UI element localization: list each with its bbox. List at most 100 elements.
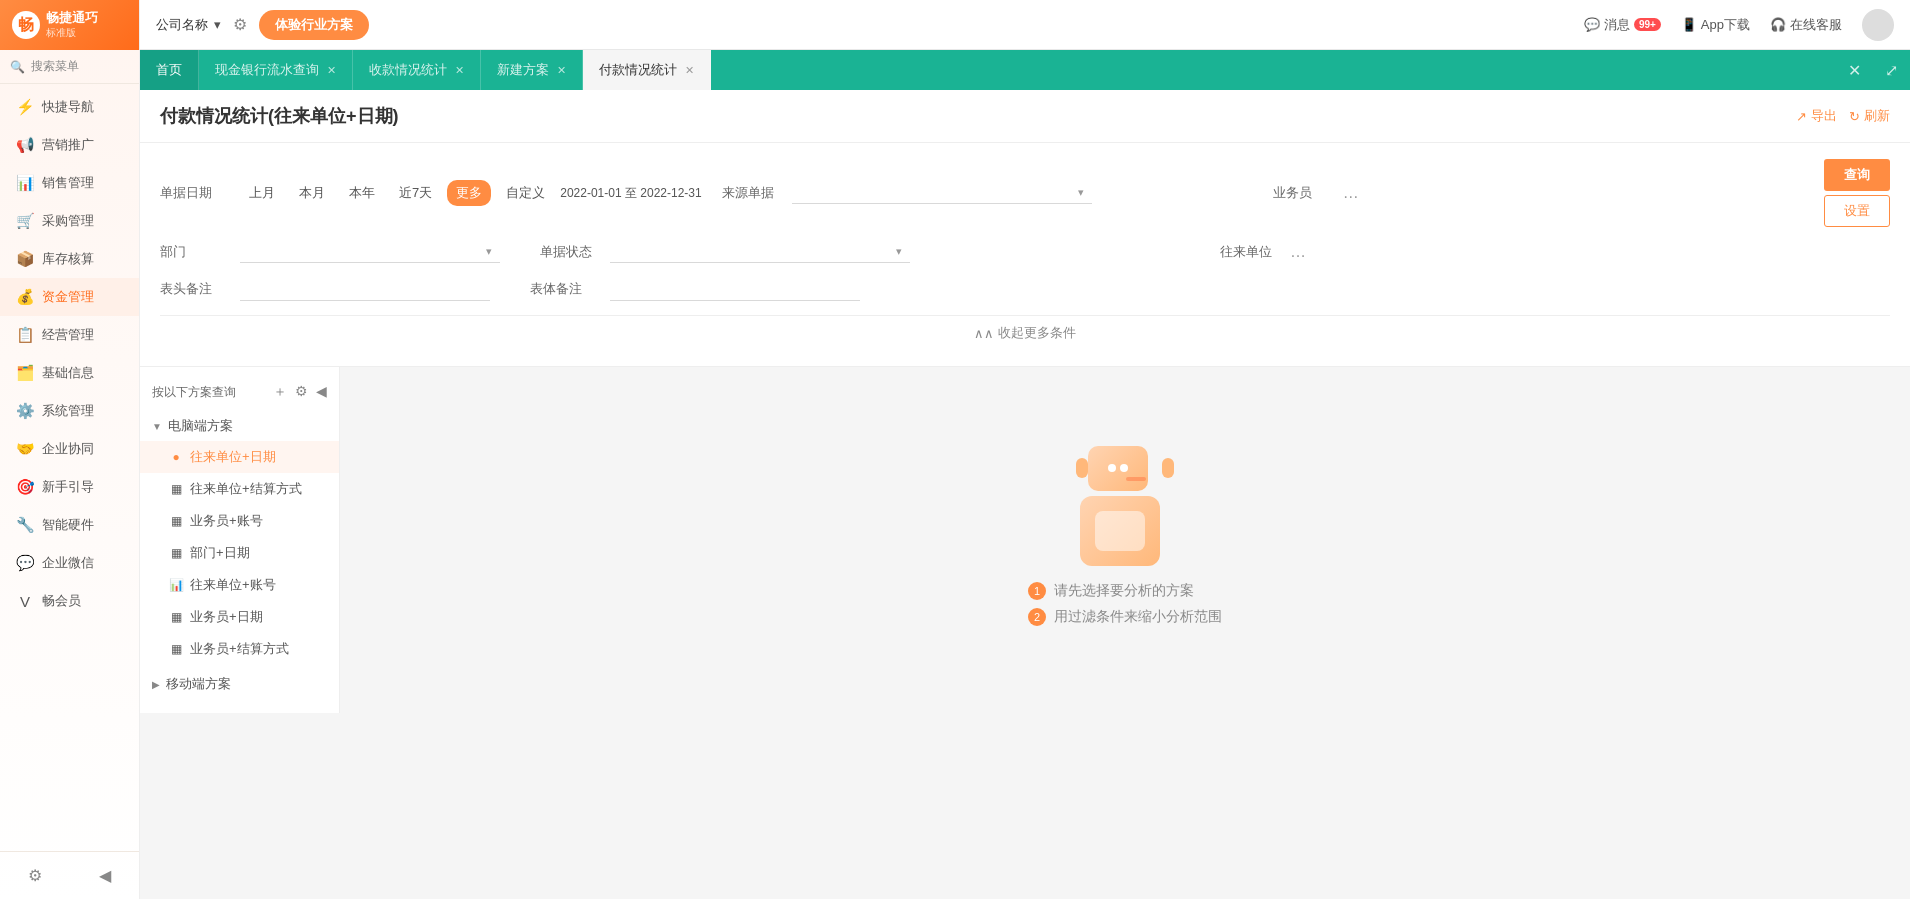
search-label: 搜索菜单 [31,58,79,75]
page-content: 付款情况统计(往来单位+日期) ↗ 导出 ↻ 刷新 单据日期 上月 本月 [140,90,1910,899]
mobile-scheme-group: ▶ 移动端方案 [140,669,339,699]
date-btn-this-month[interactable]: 本月 [290,180,334,206]
add-scheme-btn[interactable]: ＋ [273,383,287,401]
refresh-label: 刷新 [1864,107,1890,125]
service-action[interactable]: 🎧 在线客服 [1770,16,1842,34]
collapse-area: ∧∧ 收起更多条件 [160,315,1890,350]
sidebar-item-enterprise[interactable]: 🤝 企业协同 [0,430,139,468]
salesman-ellipsis-btn[interactable]: … [1343,184,1359,202]
desktop-group-header[interactable]: ▼ 电脑端方案 [140,411,339,441]
marketing-icon: 📢 [16,136,34,154]
date-btn-last-month[interactable]: 上月 [240,180,284,206]
sidebar-item-member[interactable]: V 畅会员 [0,582,139,620]
tabs-close-all-btn[interactable]: ✕ [1836,50,1873,90]
export-button[interactable]: ↗ 导出 [1796,107,1837,125]
filter-row-3: 表头备注 表体备注 [160,277,1890,301]
scheme-icon-4: 📊 [168,577,184,593]
scheme-item-label: 往来单位+日期 [190,448,276,466]
scheme-item-4[interactable]: 📊 往来单位+账号 [140,569,339,601]
dept-label: 部门 [160,243,220,261]
tab-home[interactable]: 首页 [140,50,199,90]
tab-collection[interactable]: 收款情况统计 ✕ [353,50,481,90]
sidebar-item-guide[interactable]: 🎯 新手引导 [0,468,139,506]
collapse-panel-btn[interactable]: ◀ [316,383,327,401]
logo-sub: 标准版 [46,26,98,40]
doc-status-select[interactable]: ▾ [610,241,910,263]
sidebar-item-weixin[interactable]: 💬 企业微信 [0,544,139,582]
message-action[interactable]: 💬 消息 99+ [1584,16,1661,34]
tab-cash-flow[interactable]: 现金银行流水查询 ✕ [199,50,353,90]
sidebar-item-operation[interactable]: 📋 经营管理 [0,316,139,354]
mobile-group-header[interactable]: ▶ 移动端方案 [140,669,339,699]
robot-eye-right [1108,464,1116,472]
sidebar-item-label: 营销推广 [42,136,94,154]
mobile-group-arrow-icon: ▶ [152,679,160,690]
company-selector[interactable]: 公司名称 ▾ [156,16,221,34]
sidebar-item-finance[interactable]: 💰 资金管理 [0,278,139,316]
app-label: App下载 [1701,16,1750,34]
tab-new-plan[interactable]: 新建方案 ✕ [481,50,583,90]
scheme-item-1[interactable]: ▦ 往来单位+结算方式 [140,473,339,505]
panel-header-label: 按以下方案查询 [152,384,236,401]
date-btn-this-year[interactable]: 本年 [340,180,384,206]
top-header: 公司名称 ▾ ⚙ 体验行业方案 💬 消息 99+ 📱 App下载 🎧 在线客服 [140,0,1910,50]
header-note-input[interactable] [240,277,490,301]
scheme-item-3[interactable]: ▦ 部门+日期 [140,537,339,569]
app-action[interactable]: 📱 App下载 [1681,16,1750,34]
sidebar-bottom: ⚙ ◀ [0,851,139,899]
sidebar-item-sales[interactable]: 📊 销售管理 [0,164,139,202]
partner-ellipsis-btn[interactable]: … [1290,243,1306,261]
logo-icon: 畅 [12,11,40,39]
date-btn-more[interactable]: 更多 [447,180,491,206]
scheme-item-2[interactable]: ▦ 业务员+账号 [140,505,339,537]
source-select-arrow-icon: ▾ [1078,186,1084,199]
refresh-button[interactable]: ↻ 刷新 [1849,107,1890,125]
sidebar-search[interactable]: 🔍 搜索菜单 [0,50,139,84]
source-select[interactable]: ▾ [792,182,1092,204]
sidebar-logo: 畅 畅捷通巧 标准版 [0,0,139,50]
body-note-input[interactable] [610,277,860,301]
desktop-group-arrow-icon: ▼ [152,421,162,432]
sidebar-item-purchase[interactable]: 🛒 采购管理 [0,202,139,240]
page-title: 付款情况统计(往来单位+日期) [160,104,399,128]
trial-button[interactable]: 体验行业方案 [259,10,369,40]
tip-item-1: 1 请先选择要分析的方案 [1028,582,1222,600]
sidebar-item-marketing[interactable]: 📢 营销推广 [0,126,139,164]
sidebar-item-quick-nav[interactable]: ⚡ 快捷导航 [0,88,139,126]
settings-button[interactable]: 设置 [1824,195,1890,227]
tip-num-2: 2 [1028,608,1046,626]
collapse-button[interactable]: ∧∧ 收起更多条件 [966,316,1084,350]
sidebar-item-basic[interactable]: 🗂️ 基础信息 [0,354,139,392]
sidebar-item-inventory[interactable]: 📦 库存核算 [0,240,139,278]
sidebar-item-hardware[interactable]: 🔧 智能硬件 [0,506,139,544]
empty-tips: 1 请先选择要分析的方案 2 用过滤条件来缩小分析范围 [1028,582,1222,634]
message-icon: 💬 [1584,17,1600,32]
body-note-label: 表体备注 [530,280,590,298]
tabs-maximize-btn[interactable]: ⤢ [1873,50,1910,90]
tab-payment-close-icon[interactable]: ✕ [685,64,694,77]
date-btn-7days[interactable]: 近7天 [390,180,441,206]
scheme-item-0[interactable]: ● 往来单位+日期 [140,441,339,473]
date-btn-custom[interactable]: 自定义 [497,180,554,206]
scheme-item-6[interactable]: ▦ 业务员+结算方式 [140,633,339,665]
tab-cash-flow-close-icon[interactable]: ✕ [327,64,336,77]
sidebar-collapse-btn[interactable]: ◀ [93,860,117,891]
sidebar-item-label: 基础信息 [42,364,94,382]
tab-payment[interactable]: 付款情况统计 ✕ [583,50,711,90]
dept-select[interactable]: ▾ [240,241,500,263]
sidebar-item-label: 畅会员 [42,592,81,610]
scheme-item-5[interactable]: ▦ 业务员+日期 [140,601,339,633]
header-settings-icon[interactable]: ⚙ [233,15,247,34]
tab-new-plan-close-icon[interactable]: ✕ [557,64,566,77]
weixin-icon: 💬 [16,554,34,572]
refresh-icon: ↻ [1849,109,1860,124]
query-button[interactable]: 查询 [1824,159,1890,191]
manage-scheme-btn[interactable]: ⚙ [295,383,308,401]
date-options: 上月 本月 本年 近7天 更多 自定义 2022-01-01 至 2022-12… [240,180,702,206]
header-note-label: 表头备注 [160,280,220,298]
user-avatar[interactable] [1862,9,1894,41]
robot-eye-left [1120,464,1128,472]
sidebar-item-system[interactable]: ⚙️ 系统管理 [0,392,139,430]
sidebar-settings-btn[interactable]: ⚙ [22,860,48,891]
tab-collection-close-icon[interactable]: ✕ [455,64,464,77]
